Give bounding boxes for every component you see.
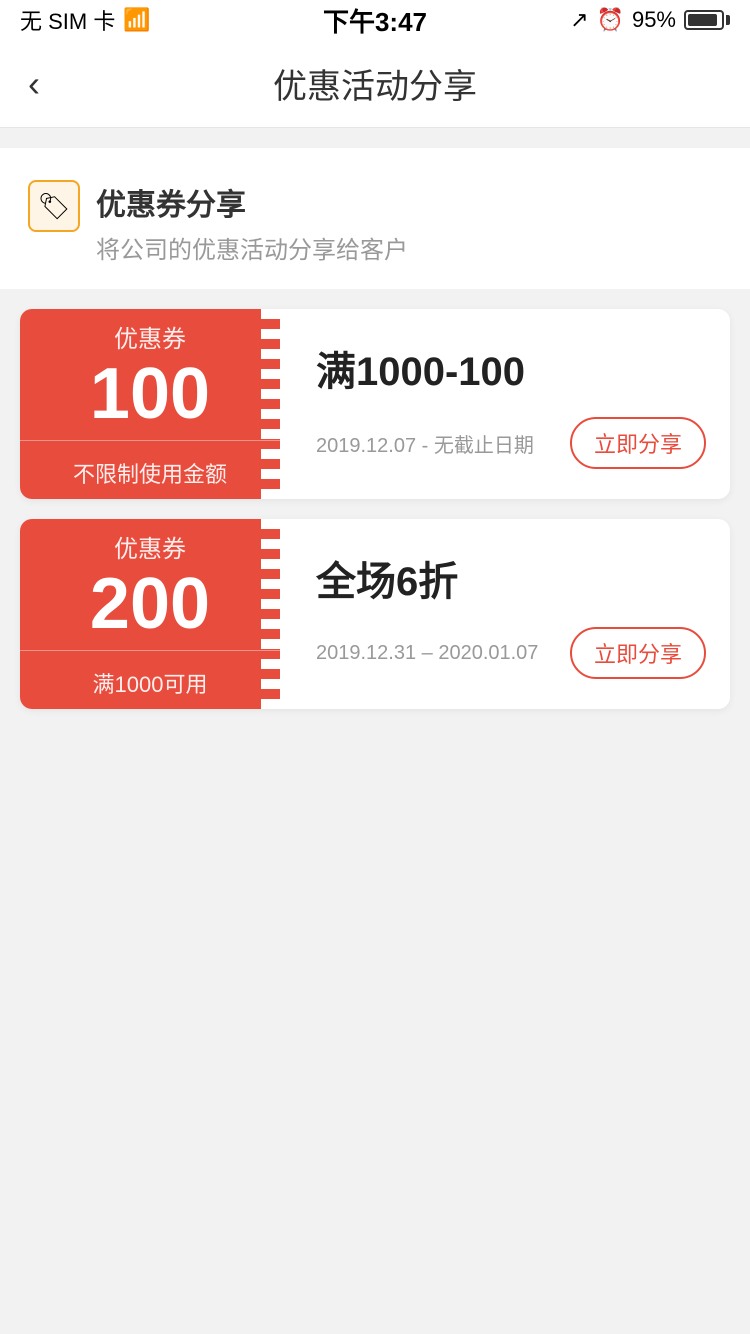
coupon-footer-1: 2019.12.07 - 无截止日期 立即分享 bbox=[316, 417, 706, 469]
coupon-name-2: 全场6折 bbox=[316, 549, 706, 607]
coupon-footer-2: 2019.12.31 – 2020.01.07 立即分享 bbox=[316, 627, 706, 679]
coupon-divider-2 bbox=[20, 650, 280, 651]
coupon-list: 优惠券 100 不限制使用金额 满1000-100 2019.12.07 - 无… bbox=[0, 309, 750, 709]
coupon-date-1: 2019.12.07 - 无截止日期 bbox=[316, 429, 534, 458]
battery-text: 95% bbox=[632, 7, 676, 33]
section-subtitle: 将公司的优惠活动分享给客户 bbox=[96, 230, 408, 265]
coupon-divider-1 bbox=[20, 440, 280, 441]
wifi-icon: 📶 bbox=[123, 7, 150, 33]
coupon-condition-2: 满1000可用 bbox=[81, 667, 220, 699]
coupon-amount-1: 100 bbox=[90, 358, 210, 430]
back-button[interactable]: ‹ bbox=[28, 66, 40, 102]
status-right: ↗ ⏰ 95% bbox=[570, 7, 730, 33]
battery-icon bbox=[684, 10, 730, 30]
status-left: 无 SIM 卡 📶 bbox=[20, 4, 151, 36]
status-bar: 无 SIM 卡 📶 下午3:47 ↗ ⏰ 95% bbox=[0, 0, 750, 40]
coupon-right-panel-1: 满1000-100 2019.12.07 - 无截止日期 立即分享 bbox=[280, 309, 730, 499]
bottom-area bbox=[0, 709, 750, 1309]
coupon-name-1: 满1000-100 bbox=[316, 339, 706, 397]
share-button-1[interactable]: 立即分享 bbox=[570, 417, 706, 469]
coupon-left-panel-2: 优惠券 200 满1000可用 bbox=[20, 519, 280, 709]
coupon-card: 优惠券 100 不限制使用金额 满1000-100 2019.12.07 - 无… bbox=[20, 309, 730, 499]
section-header: 🏷 优惠券分享 将公司的优惠活动分享给客户 bbox=[0, 148, 750, 289]
coupon-left-panel: 优惠券 100 不限制使用金额 bbox=[20, 309, 280, 499]
alarm-icon: ⏰ bbox=[597, 7, 624, 33]
coupon-condition-1: 不限制使用金额 bbox=[61, 457, 239, 489]
nav-bar: ‹ 优惠活动分享 bbox=[0, 40, 750, 128]
coupon-label-2: 优惠券 bbox=[114, 529, 186, 564]
coupon-amount-2: 200 bbox=[90, 568, 210, 640]
location-icon: ↗ bbox=[570, 7, 588, 33]
section-text: 优惠券分享 将公司的优惠活动分享给客户 bbox=[96, 180, 408, 265]
status-time: 下午3:47 bbox=[323, 2, 427, 39]
section-title: 优惠券分享 bbox=[96, 180, 408, 224]
coupon-card-2: 优惠券 200 满1000可用 全场6折 2019.12.31 – 2020.0… bbox=[20, 519, 730, 709]
share-button-2[interactable]: 立即分享 bbox=[570, 627, 706, 679]
section-icon: 🏷 bbox=[28, 180, 80, 232]
coupon-right-panel-2: 全场6折 2019.12.31 – 2020.01.07 立即分享 bbox=[280, 519, 730, 709]
coupon-label-1: 优惠券 bbox=[114, 319, 186, 354]
page-title: 优惠活动分享 bbox=[273, 59, 477, 108]
carrier-text: 无 SIM 卡 bbox=[20, 4, 115, 36]
coupon-date-2: 2019.12.31 – 2020.01.07 bbox=[316, 642, 538, 665]
